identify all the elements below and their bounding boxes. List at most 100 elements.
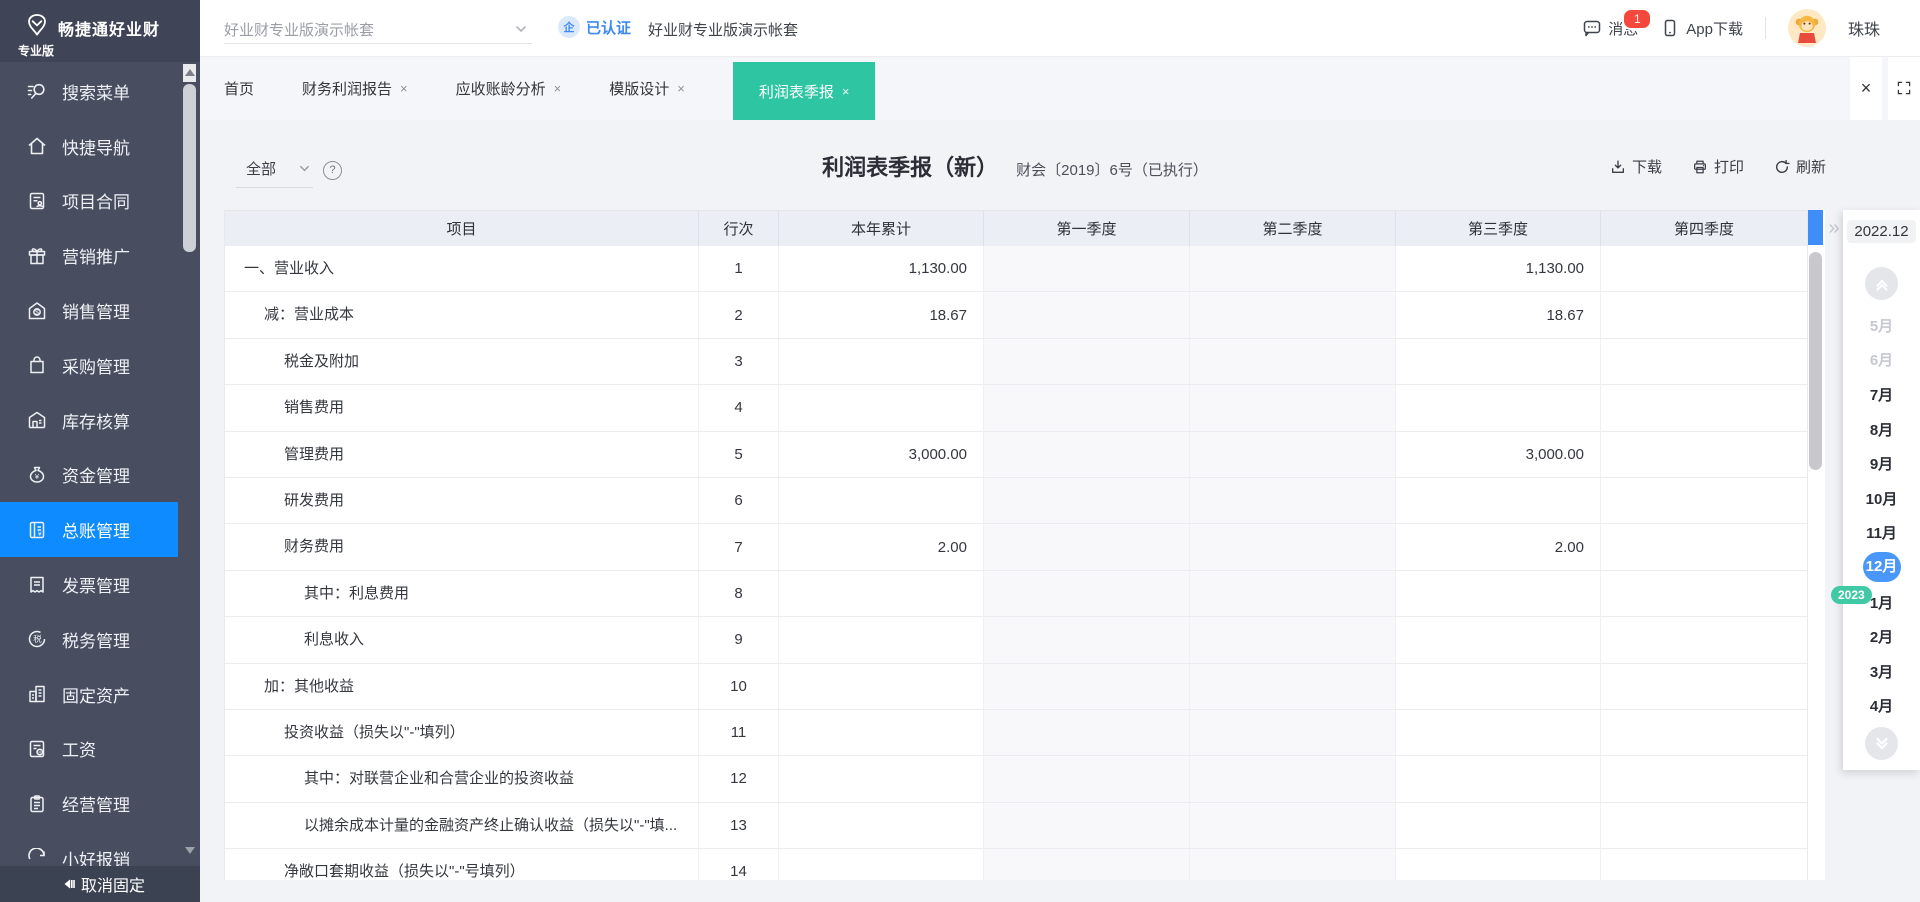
value-cell[interactable]: 18.67 [779, 292, 984, 339]
unpin-button[interactable]: 取消固定 [0, 866, 200, 902]
month-12月[interactable]: 12月 [1862, 550, 1901, 585]
print-button[interactable]: 打印 [1692, 156, 1744, 177]
item-cell[interactable]: 税金及附加 [225, 338, 699, 386]
item-cell[interactable]: 利息收入 [225, 617, 699, 664]
line-no-cell[interactable]: 14 [699, 849, 779, 880]
line-no-cell[interactable]: 13 [699, 802, 779, 850]
item-cell[interactable]: 一、营业收入 [225, 246, 699, 293]
value-cell[interactable] [779, 756, 984, 803]
value-cell[interactable] [1190, 292, 1396, 339]
line-no-cell[interactable]: 6 [699, 477, 779, 525]
line-no-cell[interactable]: 9 [699, 617, 779, 664]
line-no-cell[interactable]: 4 [699, 385, 779, 432]
value-cell[interactable] [1190, 663, 1396, 710]
tab-首页[interactable]: 首页 [224, 56, 254, 120]
value-cell[interactable] [779, 849, 984, 880]
line-no-cell[interactable]: 8 [699, 570, 779, 618]
user-name[interactable]: 珠珠 [1848, 16, 1880, 40]
sidebar-item-小好报销[interactable]: 小好报销 [0, 831, 178, 866]
tab-利润表季报[interactable]: 利润表季报 × [732, 62, 876, 120]
value-cell[interactable] [1190, 849, 1396, 880]
value-cell[interactable] [1396, 709, 1601, 757]
value-cell[interactable] [1190, 802, 1396, 850]
value-cell[interactable] [984, 849, 1190, 880]
value-cell[interactable] [1396, 756, 1601, 803]
line-no-cell[interactable]: 2 [699, 292, 779, 339]
item-cell[interactable]: 投资收益（损失以"-"填列） [225, 709, 699, 757]
sidebar-item-销售管理[interactable]: $ 销售管理 [0, 283, 178, 338]
sidebar-item-经营管理[interactable]: 经营管理 [0, 776, 178, 831]
month-8月[interactable]: 8月 [1870, 412, 1893, 447]
item-cell[interactable]: 以摊余成本计量的金融资产终止确认收益（损失以"-"填... [225, 802, 699, 850]
tab-模版设计[interactable]: 模版设计 × [609, 56, 685, 120]
table-row[interactable]: 销售费用 4 [225, 385, 1807, 432]
sidebar-scroll-down-icon[interactable] [183, 842, 196, 858]
value-cell[interactable] [1190, 431, 1396, 478]
value-cell[interactable] [1396, 802, 1601, 850]
value-cell[interactable] [1601, 570, 1807, 618]
tab-close-icon[interactable]: × [554, 81, 562, 96]
item-cell[interactable]: 其中：利息费用 [225, 570, 699, 618]
tab-close-icon[interactable]: × [842, 84, 850, 99]
table-row[interactable]: 减：营业成本 2 18.67 18.67 [225, 292, 1807, 339]
item-cell[interactable]: 管理费用 [225, 431, 699, 478]
value-cell[interactable] [1601, 246, 1807, 293]
value-cell[interactable] [984, 663, 1190, 710]
tab-应收账龄分析[interactable]: 应收账龄分析 × [456, 56, 562, 120]
avatar[interactable] [1787, 9, 1826, 47]
value-cell[interactable] [1601, 292, 1807, 339]
value-cell[interactable] [1601, 849, 1807, 880]
table-row[interactable]: 财务费用 7 2.00 2.00 [225, 524, 1807, 571]
value-cell[interactable] [1190, 709, 1396, 757]
month-11月[interactable]: 11月 [1866, 516, 1897, 551]
app-download-button[interactable]: App下载 [1660, 18, 1743, 39]
scroll-months-down-icon[interactable] [1865, 727, 1898, 761]
sidebar-item-营销推广[interactable]: 营销推广 [0, 228, 178, 283]
line-no-cell[interactable]: 10 [699, 663, 779, 710]
table-scrollbar[interactable] [1809, 252, 1822, 470]
item-cell[interactable]: 销售费用 [225, 385, 699, 432]
sidebar-item-工资[interactable]: % 工资 [0, 722, 178, 777]
value-cell[interactable] [1190, 524, 1396, 571]
month-6月[interactable]: 6月 [1870, 343, 1893, 378]
value-cell[interactable]: 1,130.00 [1396, 246, 1601, 293]
table-row[interactable]: 其中：利息费用 8 [225, 570, 1807, 618]
item-cell[interactable]: 财务费用 [225, 524, 699, 571]
value-cell[interactable] [984, 524, 1190, 571]
sidebar-scrollbar[interactable] [183, 84, 196, 252]
table-row[interactable]: 税金及附加 3 [225, 338, 1807, 386]
value-cell[interactable] [984, 385, 1190, 432]
close-all-tabs-button[interactable]: × [1850, 56, 1882, 120]
tab-close-icon[interactable]: × [677, 81, 685, 96]
month-1月[interactable]: 1月 [1870, 585, 1893, 620]
scroll-months-up-icon[interactable] [1865, 267, 1898, 300]
sidebar-item-项目合同[interactable]: 项目合同 [0, 174, 178, 229]
messages-button[interactable]: 消息 1 [1582, 7, 1653, 39]
value-cell[interactable] [779, 709, 984, 757]
value-cell[interactable] [984, 477, 1190, 525]
value-cell[interactable] [1601, 524, 1807, 571]
item-cell[interactable]: 净敞口套期收益（损失以"-"号填列） [225, 849, 699, 880]
value-cell[interactable] [984, 246, 1190, 293]
value-cell[interactable] [779, 617, 984, 664]
month-10月[interactable]: 10月 [1866, 481, 1898, 516]
value-cell[interactable] [984, 709, 1190, 757]
sidebar-item-资金管理[interactable]: ¥ 资金管理 [0, 448, 178, 503]
value-cell[interactable] [984, 570, 1190, 618]
value-cell[interactable]: 1,130.00 [779, 246, 984, 293]
table-row[interactable]: 其中：对联营企业和合营企业的投资收益 12 [225, 756, 1807, 803]
line-no-cell[interactable]: 11 [699, 709, 779, 757]
line-no-cell[interactable]: 7 [699, 524, 779, 571]
value-cell[interactable] [984, 802, 1190, 850]
value-cell[interactable] [1601, 617, 1807, 664]
value-cell[interactable] [1190, 338, 1396, 386]
download-button[interactable]: 下载 [1610, 156, 1662, 177]
value-cell[interactable] [984, 756, 1190, 803]
table-row[interactable]: 以摊余成本计量的金融资产终止确认收益（损失以"-"填... 13 [225, 802, 1807, 850]
month-4月[interactable]: 4月 [1870, 689, 1893, 724]
sidebar-item-税务管理[interactable]: 税 税务管理 [0, 612, 178, 667]
value-cell[interactable] [984, 431, 1190, 478]
line-no-cell[interactable]: 5 [699, 431, 779, 478]
item-cell[interactable]: 其中：对联营企业和合营企业的投资收益 [225, 756, 699, 803]
month-2月[interactable]: 2月 [1870, 619, 1893, 654]
